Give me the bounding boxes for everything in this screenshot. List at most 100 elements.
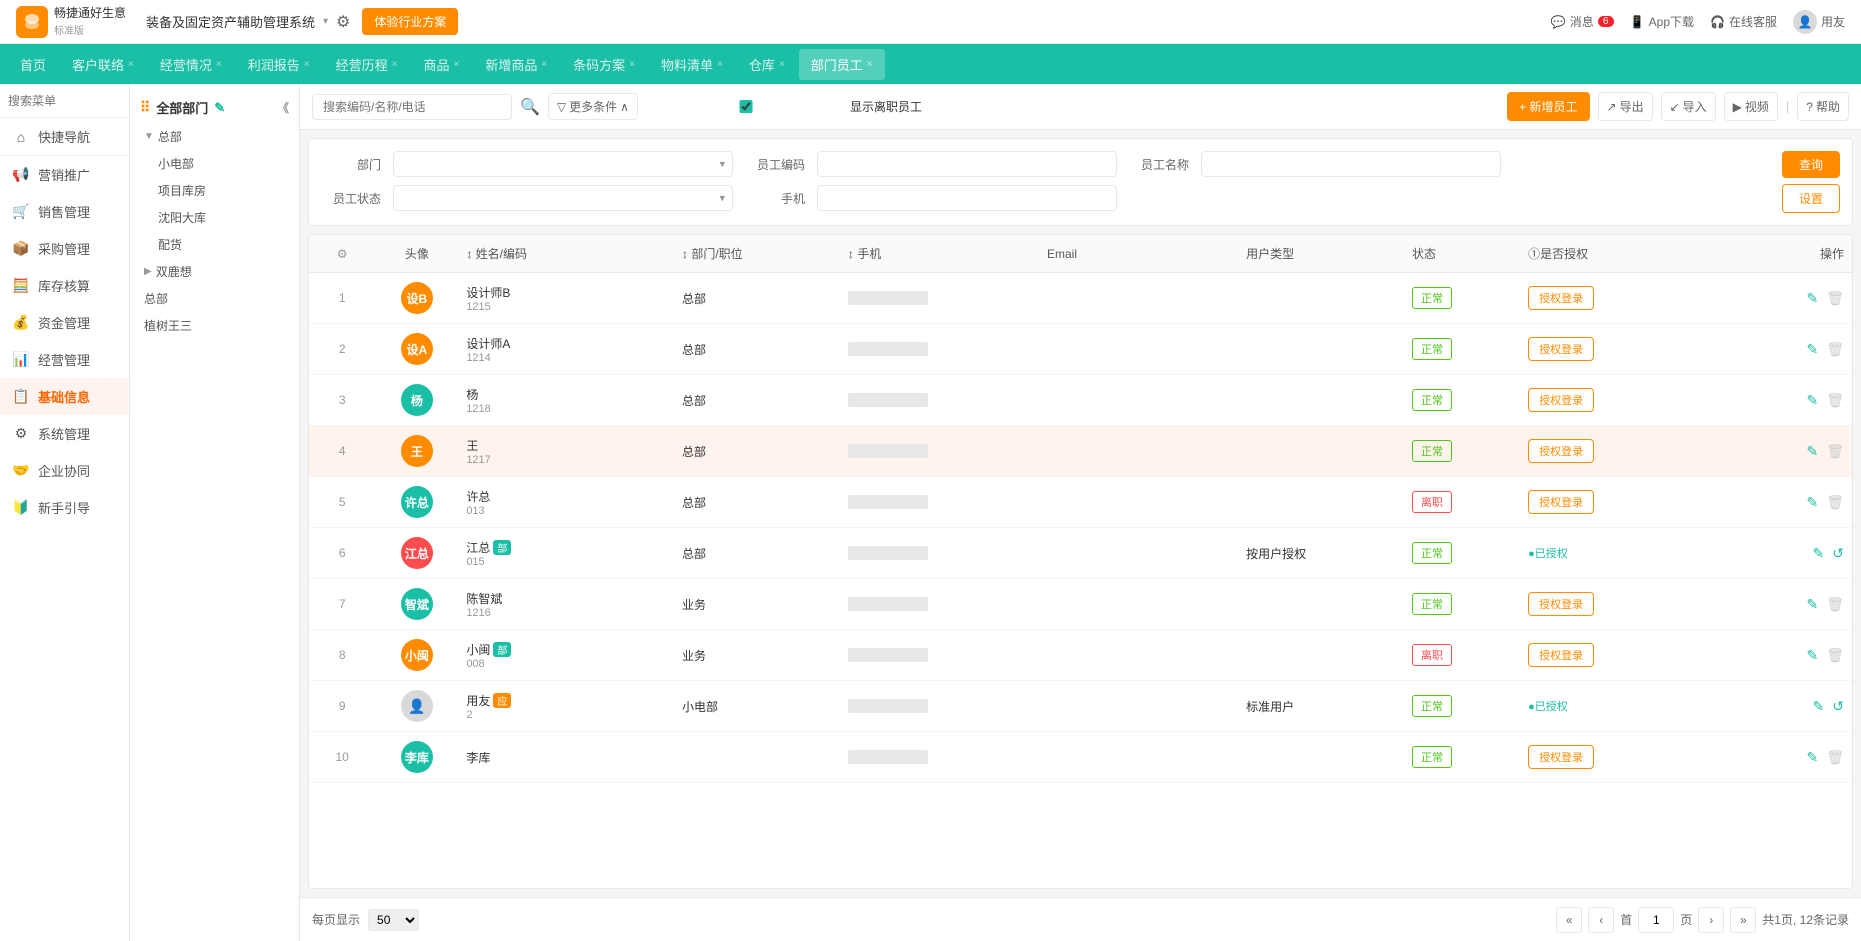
tab-home[interactable]: 首页 xyxy=(8,49,58,80)
close-icon[interactable]: × xyxy=(392,59,398,70)
edit-btn[interactable]: ✎ xyxy=(1806,494,1818,511)
search-input[interactable] xyxy=(312,94,512,120)
tab-bom[interactable]: 物料清单× xyxy=(649,49,735,80)
emp-code-input[interactable] xyxy=(817,151,1117,177)
filter-search-icon[interactable]: 🔍 xyxy=(520,97,540,117)
edit-btn[interactable]: ✎ xyxy=(1806,290,1818,307)
tab-operations[interactable]: 经营情况× xyxy=(148,49,234,80)
online-service-btn[interactable]: 🎧 在线客服 xyxy=(1710,13,1777,30)
delete-btn[interactable]: 🗑 xyxy=(1826,290,1844,307)
import-btn[interactable]: ↙ 导入 xyxy=(1661,92,1716,121)
auth-login-btn[interactable]: 授权登录 xyxy=(1528,592,1594,616)
edit-btn[interactable]: ✎ xyxy=(1806,647,1818,664)
delete-btn[interactable]: 🗑 xyxy=(1826,392,1844,409)
user-menu[interactable]: 👤 用友 xyxy=(1793,10,1845,34)
sidebar-item-operations[interactable]: 📊 经营管理 xyxy=(0,341,129,378)
restore-btn[interactable]: ↺ xyxy=(1832,698,1844,715)
tab-goods[interactable]: 商品× xyxy=(411,49,471,80)
sidebar-item-basic-info[interactable]: 📋 基础信息 xyxy=(0,378,129,415)
delete-btn[interactable]: 🗑 xyxy=(1826,596,1844,613)
sidebar-item-sales[interactable]: 🛒 销售管理 xyxy=(0,193,129,230)
tab-barcode[interactable]: 条码方案× xyxy=(561,49,647,80)
query-btn[interactable]: 查询 xyxy=(1782,151,1840,178)
sidebar-item-finance[interactable]: 💰 资金管理 xyxy=(0,304,129,341)
sidebar-item-purchase[interactable]: 📦 采购管理 xyxy=(0,230,129,267)
tab-add-goods[interactable]: 新增商品× xyxy=(473,49,559,80)
edit-btn[interactable]: ✎ xyxy=(1806,341,1818,358)
export-btn[interactable]: ↗ 导出 xyxy=(1598,92,1653,121)
dept-collapse-icon[interactable]: 《 xyxy=(277,99,289,116)
phone-input[interactable] xyxy=(817,185,1117,211)
auth-login-btn[interactable]: 授权登录 xyxy=(1528,745,1594,769)
delete-btn[interactable]: 🗑 xyxy=(1826,749,1844,766)
sidebar-item-quick-nav[interactable]: ⌂ 快捷导航 xyxy=(0,118,129,155)
sidebar-item-sys-mgmt[interactable]: ⚙ 系统管理 xyxy=(0,415,129,452)
close-icon[interactable]: × xyxy=(629,59,635,70)
prev-page-btn[interactable]: ‹ xyxy=(1588,907,1614,933)
col-dept[interactable]: ↕ 部门/职位 xyxy=(674,235,840,273)
dept-node-xiangmu[interactable]: 项目库房 xyxy=(130,177,299,204)
add-employee-btn[interactable]: + 新增员工 xyxy=(1507,92,1589,121)
last-page-btn[interactable]: » xyxy=(1730,907,1756,933)
emp-name-input[interactable] xyxy=(1201,151,1501,177)
dept-node-zhishu[interactable]: 植树王三 xyxy=(130,312,299,339)
close-icon[interactable]: × xyxy=(779,59,785,70)
first-page-btn[interactable]: « xyxy=(1556,907,1582,933)
tab-profit[interactable]: 利润报告× xyxy=(236,49,322,80)
dept-node-shuanglu[interactable]: ▶ 双鹿想 xyxy=(130,258,299,285)
system-title-dropdown[interactable]: ▾ xyxy=(323,16,328,27)
auth-login-btn[interactable]: 授权登录 xyxy=(1528,337,1594,361)
dept-node-shenyang[interactable]: 沈阳大库 xyxy=(130,204,299,231)
emp-status-select[interactable] xyxy=(393,185,733,211)
sidebar-item-corp[interactable]: 🤝 企业协同 xyxy=(0,452,129,489)
close-icon[interactable]: × xyxy=(867,59,873,70)
auth-login-btn[interactable]: 授权登录 xyxy=(1528,286,1594,310)
sidebar-item-guide[interactable]: 🔰 新手引导 xyxy=(0,489,129,526)
close-icon[interactable]: × xyxy=(453,59,459,70)
tab-employees[interactable]: 部门员工× xyxy=(799,49,885,80)
filter-more-btn[interactable]: ▽ 更多条件 ∧ xyxy=(548,93,638,120)
auth-login-btn[interactable]: 授权登录 xyxy=(1528,439,1594,463)
edit-btn[interactable]: ✎ xyxy=(1806,596,1818,613)
next-page-btn[interactable]: › xyxy=(1698,907,1724,933)
sidebar-item-marketing[interactable]: 📢 营销推广 xyxy=(0,156,129,193)
settings-col-icon[interactable]: ⚙ xyxy=(337,247,348,261)
per-page-select[interactable]: 50 100 xyxy=(368,909,419,931)
dept-select[interactable] xyxy=(393,151,733,177)
delete-btn[interactable]: 🗑 xyxy=(1826,443,1844,460)
dept-node-xiaodian[interactable]: 小电部 xyxy=(130,150,299,177)
auth-login-btn[interactable]: 授权登录 xyxy=(1528,388,1594,412)
edit-btn[interactable]: ✎ xyxy=(1806,392,1818,409)
message-btn[interactable]: 💬 消息 6 xyxy=(1551,13,1614,30)
auth-login-btn[interactable]: 授权登录 xyxy=(1528,490,1594,514)
close-icon[interactable]: × xyxy=(541,59,547,70)
edit-btn[interactable]: ✎ xyxy=(1806,443,1818,460)
set-btn[interactable]: 设置 xyxy=(1782,184,1840,213)
close-icon[interactable]: × xyxy=(717,59,723,70)
app-download-btn[interactable]: 📱 App下载 xyxy=(1630,13,1694,30)
video-btn[interactable]: ▶ 视频 xyxy=(1724,92,1778,121)
tab-customer[interactable]: 客户联络× xyxy=(60,49,146,80)
help-btn[interactable]: ? 帮助 xyxy=(1797,92,1849,121)
experience-btn[interactable]: 体验行业方案 xyxy=(362,8,458,35)
dept-node-zongbu2[interactable]: 总部 xyxy=(130,285,299,312)
dept-node-zongbu-root[interactable]: ▼ 总部 xyxy=(130,123,299,150)
delete-btn[interactable]: 🗑 xyxy=(1826,494,1844,511)
delete-btn[interactable]: 🗑 xyxy=(1826,341,1844,358)
restore-btn[interactable]: ↺ xyxy=(1832,545,1844,562)
close-icon[interactable]: × xyxy=(304,59,310,70)
tab-history[interactable]: 经营历程× xyxy=(324,49,410,80)
edit-btn[interactable]: ✎ xyxy=(1806,749,1818,766)
tab-warehouse[interactable]: 仓库× xyxy=(737,49,797,80)
sidebar-item-inventory[interactable]: 🧮 库存核算 xyxy=(0,267,129,304)
page-number-input[interactable] xyxy=(1638,907,1674,933)
close-icon[interactable]: × xyxy=(128,59,134,70)
auth-login-btn[interactable]: 授权登录 xyxy=(1528,643,1594,667)
delete-btn[interactable]: 🗑 xyxy=(1826,647,1844,664)
dept-node-peihuo[interactable]: 配货 xyxy=(130,231,299,258)
settings-icon[interactable]: ⚙ xyxy=(336,12,350,32)
sidebar-search-input[interactable] xyxy=(8,94,130,108)
show-resigned-checkbox[interactable] xyxy=(646,100,846,113)
close-icon[interactable]: × xyxy=(216,59,222,70)
edit-btn[interactable]: ✎ xyxy=(1813,545,1825,562)
